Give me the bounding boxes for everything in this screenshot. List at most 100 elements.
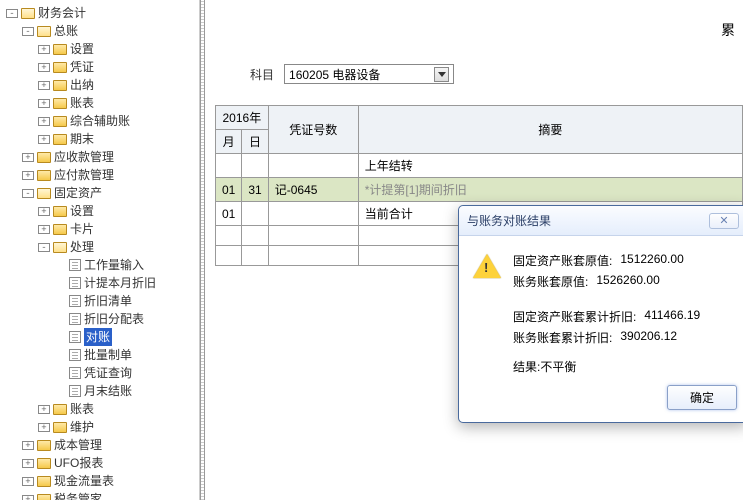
tree-item[interactable]: -财务会计 — [0, 4, 199, 22]
tree-toggle[interactable]: + — [38, 81, 50, 90]
tree-label: 现金流量表 — [54, 472, 114, 490]
page-icon — [69, 259, 81, 271]
tree-item[interactable]: +UFO报表 — [0, 454, 199, 472]
table-row[interactable]: 0131记-0645*计提第[1]期间折旧 — [216, 178, 743, 202]
tree-item[interactable]: + 成本管理 — [0, 436, 199, 454]
folder-icon — [37, 188, 51, 199]
folder-icon — [53, 98, 67, 109]
close-icon[interactable]: ✕ — [709, 213, 739, 229]
tree-item[interactable]: - 固定资产 — [0, 184, 199, 202]
tree-toggle[interactable]: + — [38, 135, 50, 144]
tree-item[interactable]: +期末 — [0, 130, 199, 148]
tree-item[interactable]: 折旧清单 — [0, 292, 199, 310]
tree-toggle[interactable]: + — [22, 171, 34, 180]
tree-item[interactable]: 计提本月折旧 — [0, 274, 199, 292]
cell-month: 01 — [216, 178, 242, 202]
tree-toggle[interactable]: + — [38, 405, 50, 414]
tree-toggle[interactable]: + — [22, 459, 34, 468]
info-val: 390206.12 — [620, 329, 677, 346]
main-panel: 累 科目 160205 电器设备 2016年 凭证号数 摘要 月 日 上年结转0… — [205, 0, 743, 500]
cell-day — [242, 154, 268, 178]
tree-item[interactable]: + 现金流量表 — [0, 472, 199, 490]
tree-item[interactable]: -总账 — [0, 22, 199, 40]
page-icon — [69, 277, 81, 289]
tree-item[interactable]: +维护 — [0, 418, 199, 436]
tree-label: 成本管理 — [54, 436, 102, 454]
dialog-result: 结果:不平衡 — [513, 358, 733, 375]
tree-item[interactable]: 工作量输入 — [0, 256, 199, 274]
tree-item[interactable]: 批量制单 — [0, 346, 199, 364]
tree-item[interactable]: +设置 — [0, 202, 199, 220]
chevron-down-icon[interactable] — [434, 67, 449, 82]
tree-item[interactable]: 对账 — [0, 328, 199, 346]
folder-icon — [53, 134, 67, 145]
tree-item[interactable]: 折旧分配表 — [0, 310, 199, 328]
subject-select[interactable]: 160205 电器设备 — [284, 64, 454, 84]
tree-toggle[interactable]: + — [22, 495, 34, 500]
tree-item[interactable]: 凭证查询 — [0, 364, 199, 382]
tree-label: 出纳 — [70, 76, 94, 94]
tree-toggle[interactable]: + — [22, 153, 34, 162]
tree-label: 折旧清单 — [84, 292, 132, 310]
cell-voucher — [268, 154, 358, 178]
folder-icon — [37, 476, 51, 487]
tree-label: 账表 — [70, 94, 94, 112]
tree-item[interactable]: + 账表 — [0, 400, 199, 418]
tree-toggle[interactable]: - — [22, 189, 34, 198]
table-row[interactable]: 上年结转 — [216, 154, 743, 178]
page-icon — [69, 349, 81, 361]
tree-toggle[interactable]: + — [22, 441, 34, 450]
cell-day — [242, 202, 268, 226]
col-year: 2016年 — [216, 106, 269, 130]
info-line: 账务账套原值:1526260.00 — [513, 273, 684, 290]
tree-item[interactable]: +设置 — [0, 40, 199, 58]
tree-toggle — [54, 351, 66, 360]
tree-label: 折旧分配表 — [84, 310, 144, 328]
tree-label: 固定资产 — [54, 184, 102, 202]
tree-label: 处理 — [70, 238, 94, 256]
tree-toggle — [54, 279, 66, 288]
tree-toggle[interactable]: - — [6, 9, 18, 18]
tree-toggle[interactable]: + — [38, 45, 50, 54]
info-line: 固定资产账套原值:1512260.00 — [513, 252, 684, 269]
tree-toggle[interactable]: + — [38, 423, 50, 432]
page-icon — [69, 367, 81, 379]
tree-toggle[interactable]: + — [38, 117, 50, 126]
tree-toggle — [54, 333, 66, 342]
folder-icon — [37, 26, 51, 37]
folder-icon — [53, 206, 67, 217]
tree-item[interactable]: +综合辅助账 — [0, 112, 199, 130]
tree-item[interactable]: + 出纳 — [0, 76, 199, 94]
folder-icon — [53, 242, 67, 253]
subject-value: 160205 电器设备 — [289, 66, 380, 83]
tree-label: 凭证 — [70, 58, 94, 76]
tree-item[interactable]: + 凭证 — [0, 58, 199, 76]
tree-item[interactable]: +卡片 — [0, 220, 199, 238]
info-line: 账务账套累计折旧:390206.12 — [513, 329, 733, 346]
tree-toggle[interactable]: + — [38, 63, 50, 72]
tree-toggle — [54, 315, 66, 324]
tree-toggle[interactable]: + — [38, 207, 50, 216]
tree-toggle[interactable]: + — [38, 99, 50, 108]
tree-item[interactable]: + 应付款管理 — [0, 166, 199, 184]
warning-icon — [473, 254, 501, 282]
tree-item[interactable]: 月末结账 — [0, 382, 199, 400]
tree-toggle[interactable]: - — [38, 243, 50, 252]
tree-item[interactable]: + 账表 — [0, 94, 199, 112]
tree-label: 账表 — [70, 400, 94, 418]
folder-icon — [53, 404, 67, 415]
tree-item[interactable]: +税务管家 — [0, 490, 199, 500]
tree-toggle — [54, 369, 66, 378]
tree-label: 应付款管理 — [54, 166, 114, 184]
folder-icon — [53, 80, 67, 91]
tree-toggle[interactable]: + — [22, 477, 34, 486]
tree-item[interactable]: - 处理 — [0, 238, 199, 256]
tree-label: 应收款管理 — [54, 148, 114, 166]
cell-voucher — [268, 202, 358, 226]
tree-toggle[interactable]: - — [22, 27, 34, 36]
folder-icon — [37, 440, 51, 451]
tree-item[interactable]: + 应收款管理 — [0, 148, 199, 166]
tree-toggle[interactable]: + — [38, 225, 50, 234]
ok-button[interactable]: 确定 — [667, 385, 737, 410]
folder-icon — [37, 152, 51, 163]
